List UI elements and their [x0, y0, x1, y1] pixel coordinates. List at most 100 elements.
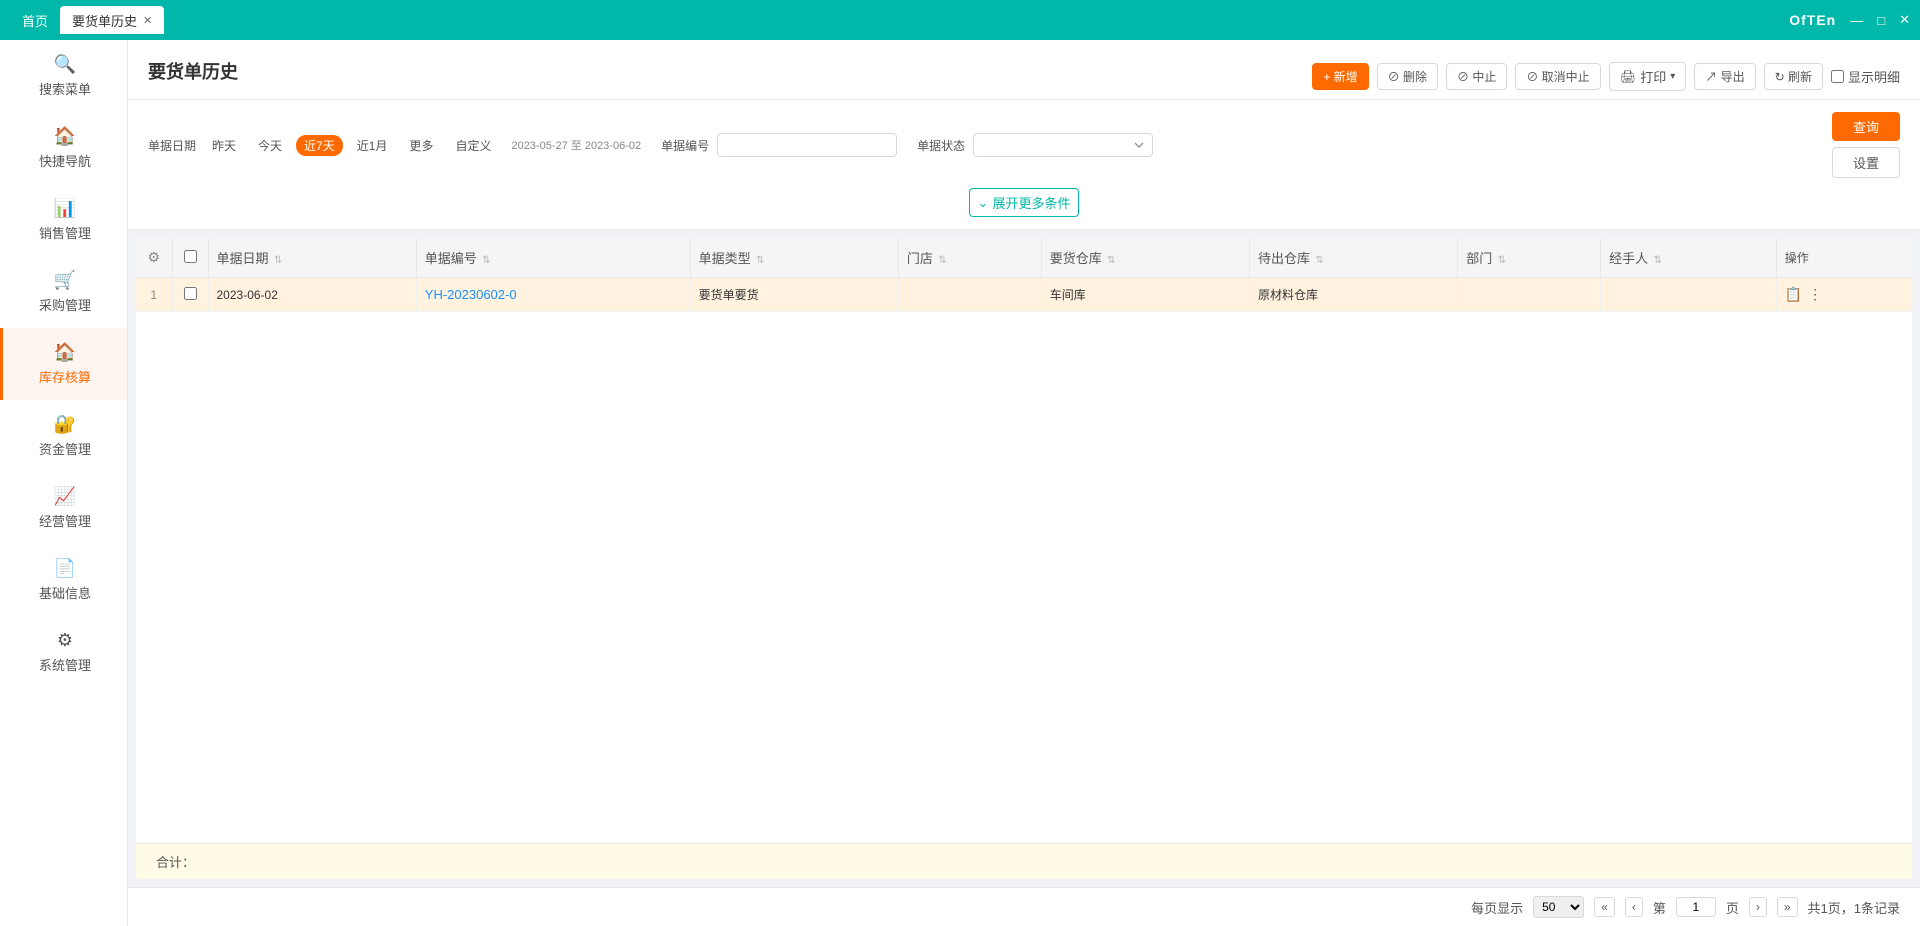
sidebar-item-operations[interactable]: 📈 经营管理	[0, 472, 127, 544]
new-button[interactable]: + 新增	[1312, 63, 1368, 90]
page-size-select[interactable]: 20 50 100	[1533, 896, 1584, 918]
sidebar: 🔍 搜索菜单 🏠 快捷导航 📊 销售管理 🛒 采购管理 🏠 库存核算 🔐 资金管…	[0, 40, 128, 926]
refresh-button[interactable]: ↻ 刷新	[1764, 63, 1823, 90]
sidebar-item-inventory[interactable]: 🏠 库存核算	[0, 328, 127, 400]
home-icon: 🏠	[54, 126, 76, 147]
docno-filter-input[interactable]	[717, 133, 897, 157]
row-doctype-0: 要货单要货	[690, 278, 898, 312]
total-info: 共1页，1条记录	[1808, 898, 1900, 917]
col-checkbox-header	[172, 238, 208, 278]
window-controls: OfTEn — □ ✕	[1789, 12, 1910, 28]
date-btn-custom[interactable]: 自定义	[447, 135, 499, 156]
status-filter-label: 单据状态	[917, 137, 965, 154]
tab-home-label: 首页	[22, 11, 48, 30]
sidebar-item-finance[interactable]: 🔐 资金管理	[0, 400, 127, 472]
maximize-btn[interactable]: □	[1877, 13, 1885, 28]
pending-warehouse-sort-icon[interactable]: ⇅	[1315, 255, 1323, 266]
col-action-header: 操作	[1776, 238, 1912, 278]
row-store-0	[898, 278, 1041, 312]
row-checkbox-0	[172, 278, 208, 312]
table-spacer	[136, 312, 1912, 843]
filter-area: 单据日期 昨天 今天 近7天 近1月 更多 自定义 2023-05-27 至 2…	[128, 100, 1920, 230]
cancel-stop-button[interactable]: ⊘ 取消中止	[1515, 63, 1600, 90]
sidebar-item-basic[interactable]: 📄 基础信息	[0, 544, 127, 616]
display-detail-checkbox[interactable]	[1831, 70, 1844, 83]
date-btn-1month[interactable]: 近1月	[349, 135, 396, 156]
print-icon: 🖨	[1620, 69, 1637, 85]
docno-sort-icon[interactable]: ⇅	[482, 255, 490, 266]
next-page-btn[interactable]: ›	[1749, 897, 1767, 917]
display-detail-group: 显示明细	[1831, 67, 1900, 86]
row-checkbox-input-0[interactable]	[184, 287, 197, 300]
purchase-icon: 🛒	[54, 270, 76, 291]
page-title: 要货单历史	[148, 58, 238, 84]
date-btn-today[interactable]: 今天	[250, 135, 290, 156]
last-page-btn[interactable]: »	[1777, 897, 1798, 917]
req-warehouse-sort-icon[interactable]: ⇅	[1107, 255, 1115, 266]
sidebar-label-shortcut: 快捷导航	[39, 151, 91, 170]
sidebar-item-system[interactable]: ⚙ 系统管理	[0, 616, 127, 688]
row-action-0: 📋 ⋮	[1776, 278, 1912, 312]
expand-chevron-icon: ⌄	[978, 195, 989, 211]
tab-home[interactable]: 首页	[10, 6, 60, 34]
table-footer: 合计：	[136, 843, 1912, 879]
export-button[interactable]: ↗ 导出	[1694, 63, 1755, 90]
col-date-header: 单据日期 ⇅	[208, 238, 416, 278]
row-docno-0: YH-20230602-0	[416, 278, 690, 312]
sidebar-label-basic: 基础信息	[39, 583, 91, 602]
date-btn-7days[interactable]: 近7天	[296, 135, 343, 156]
column-settings-icon[interactable]: ⚙	[147, 249, 160, 265]
system-icon: ⚙	[57, 630, 73, 651]
tab-close-icon[interactable]: ✕	[143, 14, 152, 27]
date-btn-more[interactable]: 更多	[401, 135, 441, 156]
expand-more-label: 展开更多条件	[992, 193, 1070, 212]
row-docno-link-0[interactable]: YH-20230602-0	[425, 287, 517, 302]
sidebar-item-sales[interactable]: 📊 销售管理	[0, 184, 127, 256]
row-date-0: 2023-06-02	[208, 278, 416, 312]
basic-icon: 📄	[54, 558, 76, 579]
col-store-header: 门店 ⇅	[898, 238, 1041, 278]
close-btn[interactable]: ✕	[1899, 12, 1910, 28]
sidebar-label-purchase: 采购管理	[39, 295, 91, 314]
expand-more-btn[interactable]: ⌄ 展开更多条件	[969, 188, 1080, 217]
select-all-checkbox[interactable]	[184, 250, 197, 263]
sidebar-item-purchase[interactable]: 🛒 采购管理	[0, 256, 127, 328]
status-filter-group: 单据状态	[917, 133, 1153, 157]
page-number-input[interactable]	[1676, 897, 1716, 917]
date-range-display: 2023-05-27 至 2023-06-02	[511, 137, 641, 153]
print-button[interactable]: 🖨 🖨 打印 打印 ▾	[1609, 62, 1687, 91]
store-sort-icon[interactable]: ⇅	[938, 255, 946, 266]
tab-history[interactable]: 要货单历史 ✕	[60, 6, 164, 34]
brand-label: OfTEn	[1789, 12, 1836, 28]
query-button[interactable]: 查询	[1832, 112, 1900, 141]
department-sort-icon[interactable]: ⇅	[1498, 255, 1506, 266]
sidebar-item-shortcut[interactable]: 🏠 快捷导航	[0, 112, 127, 184]
row-edit-icon-0[interactable]: 📋	[1785, 286, 1802, 303]
page-header: 要货单历史 + 新增 ⊘ 删除 ⊘ 中止 ⊘ 取消中止 🖨 🖨 打印 打印 ▾ …	[128, 40, 1920, 100]
tab-history-label: 要货单历史	[72, 11, 137, 30]
delete-button[interactable]: ⊘ 删除	[1377, 63, 1438, 90]
sidebar-label-search: 搜索菜单	[39, 79, 91, 98]
col-pending-warehouse-header: 待出仓库 ⇅	[1250, 238, 1458, 278]
col-doctype-header: 单据类型 ⇅	[690, 238, 898, 278]
first-page-btn[interactable]: «	[1594, 897, 1615, 917]
col-department-header: 部门 ⇅	[1458, 238, 1601, 278]
handler-sort-icon[interactable]: ⇅	[1653, 255, 1661, 266]
toolbar: + 新增 ⊘ 删除 ⊘ 中止 ⊘ 取消中止 🖨 🖨 打印 打印 ▾ ↗ 导出 ↻…	[1312, 54, 1900, 99]
date-sort-icon[interactable]: ⇅	[274, 255, 282, 266]
doctype-sort-icon[interactable]: ⇅	[756, 255, 764, 266]
status-filter-select[interactable]	[973, 133, 1153, 157]
date-btn-yesterday[interactable]: 昨天	[204, 135, 244, 156]
row-num-0: 1	[136, 278, 172, 312]
minimize-btn[interactable]: —	[1850, 13, 1863, 28]
docno-filter-label: 单据编号	[661, 137, 709, 154]
setting-button[interactable]: 设置	[1832, 147, 1900, 178]
prev-page-btn[interactable]: ‹	[1625, 897, 1643, 917]
sidebar-item-search[interactable]: 🔍 搜索菜单	[0, 40, 127, 112]
row-more-icon-0[interactable]: ⋮	[1808, 286, 1822, 303]
stop-button[interactable]: ⊘ 中止	[1446, 63, 1507, 90]
inventory-icon: 🏠	[54, 342, 76, 363]
sidebar-label-finance: 资金管理	[39, 439, 91, 458]
col-handler-header: 经手人 ⇅	[1601, 238, 1777, 278]
table-body: 1 2023-06-02 YH-20230602-0 要货单要货 车间库 原材料…	[136, 278, 1912, 312]
